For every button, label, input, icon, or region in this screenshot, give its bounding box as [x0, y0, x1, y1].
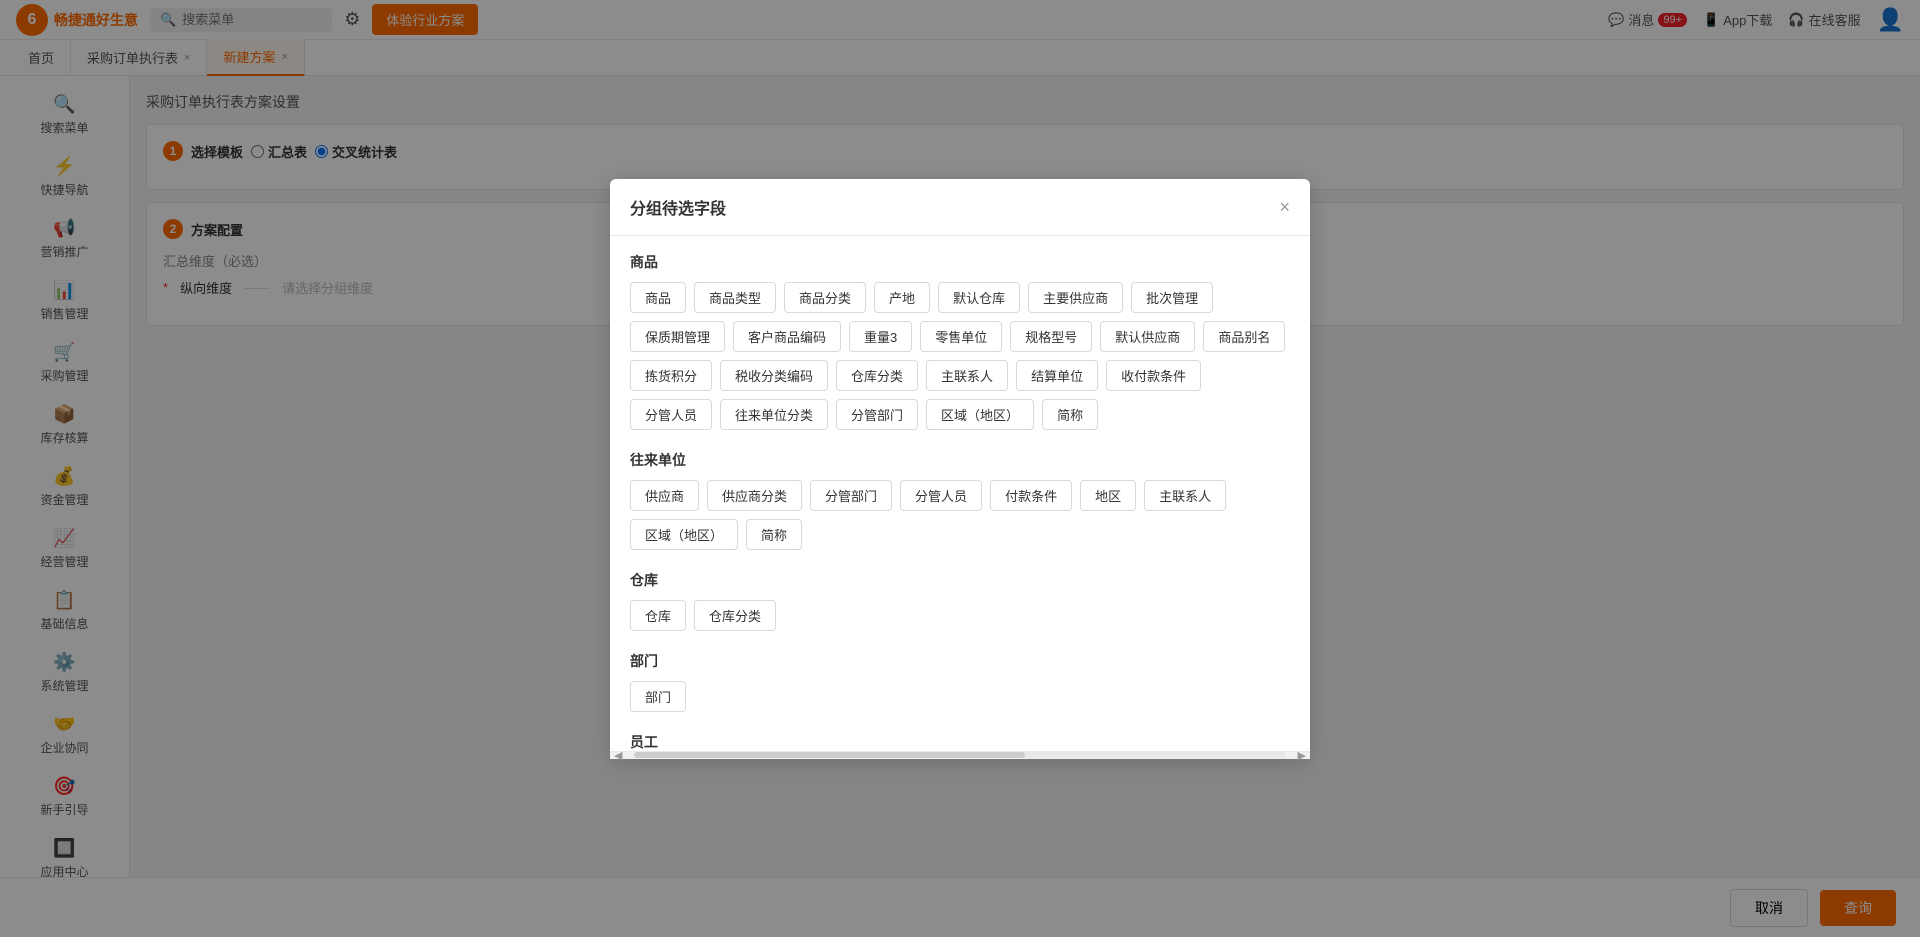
scroll-thumb-horizontal[interactable]: [634, 752, 1025, 758]
modal-close-btn[interactable]: ×: [1279, 198, 1290, 216]
field-group-employee-title: 员工: [630, 732, 1290, 751]
field-tag[interactable]: 分管部门: [836, 399, 918, 430]
modal-title: 分组待选字段: [630, 195, 726, 219]
field-group-employee: 员工 业务员: [630, 732, 1290, 751]
field-tag[interactable]: 供应商分类: [707, 480, 802, 511]
field-tag[interactable]: 部门: [630, 681, 686, 712]
field-tag[interactable]: 分管人员: [630, 399, 712, 430]
field-tag[interactable]: 区域（地区）: [926, 399, 1034, 430]
field-tag[interactable]: 商品: [630, 282, 686, 313]
field-tag[interactable]: 产地: [874, 282, 930, 313]
field-tag[interactable]: 往来单位分类: [720, 399, 828, 430]
field-tag[interactable]: 付款条件: [990, 480, 1072, 511]
field-group-department: 部门 部门: [630, 651, 1290, 712]
modal-body: 商品 商品 商品类型 商品分类 产地 默认仓库 主要供应商 批次管理 保质期管理…: [610, 236, 1310, 751]
field-tag[interactable]: 供应商: [630, 480, 699, 511]
field-tag[interactable]: 客户商品编码: [733, 321, 841, 352]
field-tag[interactable]: 规格型号: [1010, 321, 1092, 352]
field-tag[interactable]: 区域（地区）: [630, 519, 738, 550]
field-tag[interactable]: 批次管理: [1131, 282, 1213, 313]
field-tag[interactable]: 税收分类编码: [720, 360, 828, 391]
field-tag[interactable]: 重量3: [849, 321, 912, 352]
field-group-counterpart-title: 往来单位: [630, 450, 1290, 470]
field-tag[interactable]: 收付款条件: [1106, 360, 1201, 391]
field-tag[interactable]: 分管人员: [900, 480, 982, 511]
field-group-goods-title: 商品: [630, 252, 1290, 272]
field-group-warehouse-title: 仓库: [630, 570, 1290, 590]
field-tags-counterpart: 供应商 供应商分类 分管部门 分管人员 付款条件 地区 主联系人 区域（地区） …: [630, 480, 1290, 550]
field-tags-goods: 商品 商品类型 商品分类 产地 默认仓库 主要供应商 批次管理 保质期管理 客户…: [630, 282, 1290, 430]
field-tag[interactable]: 简称: [1042, 399, 1098, 430]
field-tag[interactable]: 拣货积分: [630, 360, 712, 391]
field-tag[interactable]: 默认仓库: [938, 282, 1020, 313]
field-tags-warehouse: 仓库 仓库分类: [630, 600, 1290, 631]
field-tag[interactable]: 主要供应商: [1028, 282, 1123, 313]
field-group-goods: 商品 商品 商品类型 商品分类 产地 默认仓库 主要供应商 批次管理 保质期管理…: [630, 252, 1290, 430]
field-tags-department: 部门: [630, 681, 1290, 712]
field-tag[interactable]: 商品分类: [784, 282, 866, 313]
field-tag[interactable]: 零售单位: [920, 321, 1002, 352]
field-tag[interactable]: 分管部门: [810, 480, 892, 511]
field-tag[interactable]: 结算单位: [1016, 360, 1098, 391]
modal-header: 分组待选字段 ×: [610, 179, 1310, 236]
field-tag[interactable]: 商品类型: [694, 282, 776, 313]
field-tag[interactable]: 商品别名: [1203, 321, 1285, 352]
modal-overlay[interactable]: 分组待选字段 × 商品 商品 商品类型 商品分类 产地 默认仓库 主要供应商 批…: [0, 0, 1920, 937]
field-group-department-title: 部门: [630, 651, 1290, 671]
field-tag[interactable]: 保质期管理: [630, 321, 725, 352]
field-group-warehouse: 仓库 仓库 仓库分类: [630, 570, 1290, 631]
field-tag[interactable]: 仓库分类: [694, 600, 776, 631]
field-tag[interactable]: 地区: [1080, 480, 1136, 511]
field-tag[interactable]: 仓库: [630, 600, 686, 631]
field-tag[interactable]: 主联系人: [1144, 480, 1226, 511]
modal-scrollbar-horizontal[interactable]: ◀ ▶: [610, 751, 1310, 759]
field-tag[interactable]: 默认供应商: [1100, 321, 1195, 352]
modal: 分组待选字段 × 商品 商品 商品类型 商品分类 产地 默认仓库 主要供应商 批…: [610, 179, 1310, 759]
field-group-counterpart: 往来单位 供应商 供应商分类 分管部门 分管人员 付款条件 地区 主联系人 区域…: [630, 450, 1290, 550]
field-tag[interactable]: 仓库分类: [836, 360, 918, 391]
field-tag[interactable]: 主联系人: [926, 360, 1008, 391]
field-tag[interactable]: 简称: [746, 519, 802, 550]
scroll-track-horizontal: [634, 752, 1285, 758]
